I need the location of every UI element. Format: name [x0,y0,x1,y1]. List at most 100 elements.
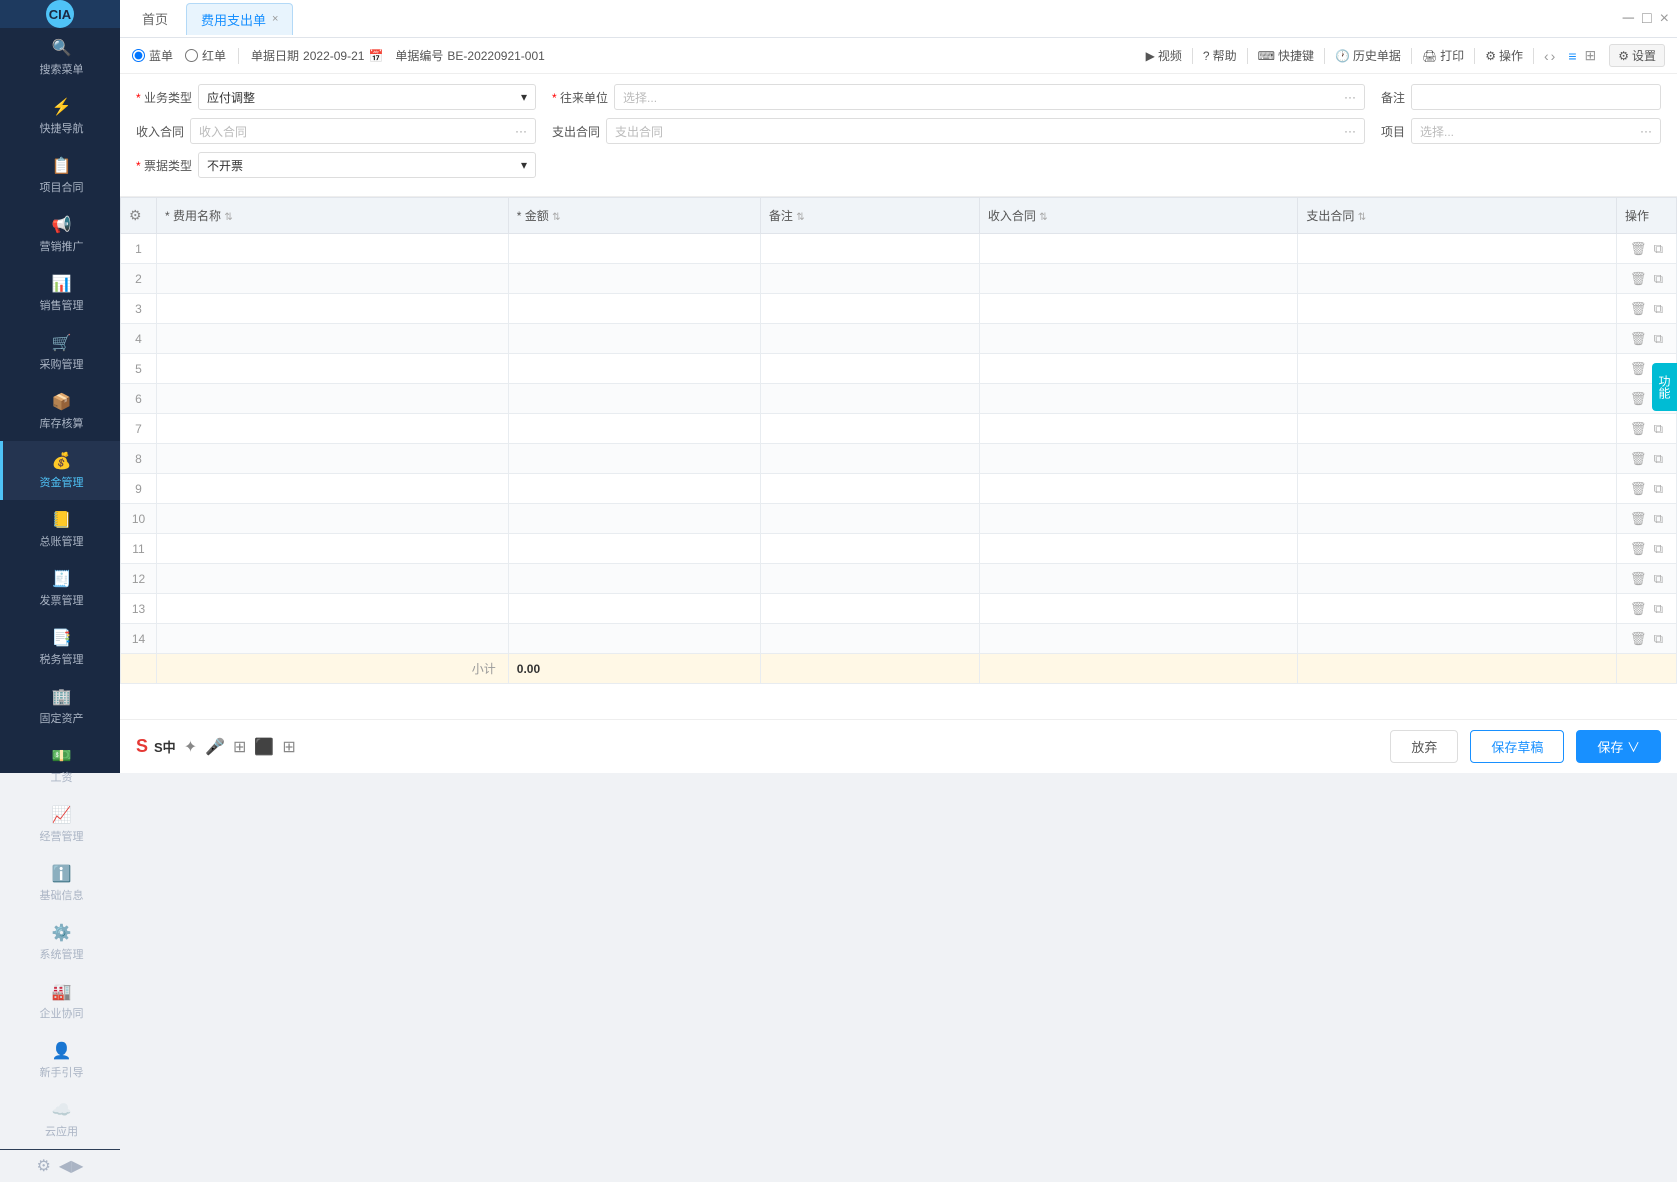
remark-cell[interactable] [760,594,979,624]
sidebar-item-purchase[interactable]: 🛒 采购管理 [0,323,120,382]
sidebar-item-cloud[interactable]: ☁️ 云应用 [0,1090,120,1149]
bill-type-select[interactable]: 不开票 ▾ [198,152,536,178]
amount-cell[interactable] [508,264,760,294]
footer-icon-4[interactable]: ⬛ [254,737,274,757]
footer-icon-1[interactable]: ✦ [184,737,197,757]
delete-row-icon[interactable]: 🗑 [1630,511,1647,526]
copy-row-icon[interactable]: ⧉ [1654,601,1663,616]
name-cell[interactable] [157,564,509,594]
sidebar-item-invoice[interactable]: 🧾 发票管理 [0,559,120,618]
sidebar-item-ledger[interactable]: 📒 总账管理 [0,500,120,559]
remark-cell[interactable] [760,534,979,564]
expense-contract-cell[interactable] [1298,594,1617,624]
footer-icon-5[interactable]: ⊞ [282,737,295,757]
name-cell[interactable] [157,354,509,384]
income-contract-cell[interactable] [979,384,1298,414]
sidebar-item-finance[interactable]: 💰 资金管理 [0,441,120,500]
income-contract-cell[interactable] [979,414,1298,444]
name-cell[interactable] [157,594,509,624]
delete-row-icon[interactable]: 🗑 [1630,271,1647,286]
delete-row-icon[interactable]: 🗑 [1630,571,1647,586]
th-income-contract[interactable]: 收入合同 ⇅ [979,198,1298,234]
sidebar-item-search[interactable]: 🔍 搜索菜单 [0,28,120,87]
radio-blue-label[interactable]: 蓝单 [149,47,173,64]
name-cell[interactable] [157,264,509,294]
discard-button[interactable]: 放弃 [1390,730,1458,763]
income-contract-cell[interactable] [979,444,1298,474]
tab-home[interactable]: 首页 [128,3,182,35]
tab-close-icon[interactable]: × [272,13,278,25]
sidebar-item-inventory[interactable]: 📦 库存核算 [0,382,120,441]
sidebar-item-base-info[interactable]: ℹ️ 基础信息 [0,854,120,913]
remark-cell[interactable] [760,624,979,654]
copy-row-icon[interactable]: ⧉ [1654,571,1663,586]
cyan-side-tab[interactable]: 功能 [1652,363,1677,411]
delete-row-icon[interactable]: 🗑 [1630,481,1647,496]
name-cell[interactable] [157,384,509,414]
amount-cell[interactable] [508,594,760,624]
name-cell[interactable] [157,294,509,324]
project-input[interactable]: 选择... ··· [1411,118,1661,144]
expense-contract-input[interactable]: 支出合同 ··· [606,118,1365,144]
income-contract-input[interactable]: 收入合同 ··· [190,118,536,144]
business-type-select[interactable]: 应付调整 ▾ [198,84,536,110]
history-button[interactable]: 🕐 历史单据 [1335,47,1401,64]
name-cell[interactable] [157,534,509,564]
footer-icon-2[interactable]: 🎤 [205,737,225,757]
income-contract-cell[interactable] [979,624,1298,654]
name-cell[interactable] [157,474,509,504]
amount-cell[interactable] [508,294,760,324]
income-contract-cell[interactable] [979,234,1298,264]
radio-blue[interactable] [132,49,145,62]
th-name[interactable]: * 费用名称 ⇅ [157,198,509,234]
amount-cell[interactable] [508,354,760,384]
remark-input[interactable] [1411,84,1661,110]
th-expense-contract[interactable]: 支出合同 ⇅ [1298,198,1617,234]
footer-icon-3[interactable]: ⊞ [233,737,246,757]
delete-row-icon[interactable]: 🗑 [1630,391,1647,406]
remark-cell[interactable] [760,474,979,504]
expense-contract-cell[interactable] [1298,414,1617,444]
help-button[interactable]: ? 帮助 [1203,47,1237,64]
expense-contract-cell[interactable] [1298,354,1617,384]
remark-cell[interactable] [760,324,979,354]
copy-row-icon[interactable]: ⧉ [1654,421,1663,436]
ops-button[interactable]: ⚙ 操作 [1485,47,1523,64]
copy-row-icon[interactable]: ⧉ [1654,631,1663,646]
amount-cell[interactable] [508,624,760,654]
remark-cell[interactable] [760,234,979,264]
radio-red-label[interactable]: 红单 [202,47,226,64]
sidebar-item-system[interactable]: ⚙️ 系统管理 [0,913,120,972]
calendar-icon[interactable]: 📅 [368,49,383,63]
amount-cell[interactable] [508,474,760,504]
grid-view-btn[interactable]: ⊞ [1581,46,1599,65]
next-btn[interactable]: › [1551,48,1556,64]
remark-cell[interactable] [760,564,979,594]
remark-cell[interactable] [760,294,979,324]
name-cell[interactable] [157,414,509,444]
amount-cell[interactable] [508,234,760,264]
amount-cell[interactable] [508,444,760,474]
income-contract-cell[interactable] [979,564,1298,594]
name-cell[interactable] [157,624,509,654]
copy-row-icon[interactable]: ⧉ [1654,301,1663,316]
sidebar-item-payroll[interactable]: 💵 工资 [0,736,120,795]
audio-bottom-icon[interactable]: ◀▶ [59,1156,84,1176]
delete-row-icon[interactable]: 🗑 [1630,631,1647,646]
sidebar-item-marketing[interactable]: 📢 营销推广 [0,205,120,264]
income-contract-cell[interactable] [979,294,1298,324]
income-contract-cell[interactable] [979,474,1298,504]
copy-row-icon[interactable]: ⧉ [1654,241,1663,256]
remark-cell[interactable] [760,264,979,294]
prev-btn[interactable]: ‹ [1544,48,1549,64]
expense-contract-cell[interactable] [1298,264,1617,294]
amount-cell[interactable] [508,414,760,444]
delete-row-icon[interactable]: 🗑 [1630,301,1647,316]
name-cell[interactable] [157,324,509,354]
sidebar-item-enterprise[interactable]: 🏭 企业协同 [0,972,120,1031]
delete-row-icon[interactable]: 🗑 [1630,241,1647,256]
radio-red[interactable] [185,49,198,62]
list-view-btn[interactable]: ≡ [1565,47,1579,65]
print-button[interactable]: 🖨 打印 [1422,47,1464,64]
expense-contract-cell[interactable] [1298,294,1617,324]
